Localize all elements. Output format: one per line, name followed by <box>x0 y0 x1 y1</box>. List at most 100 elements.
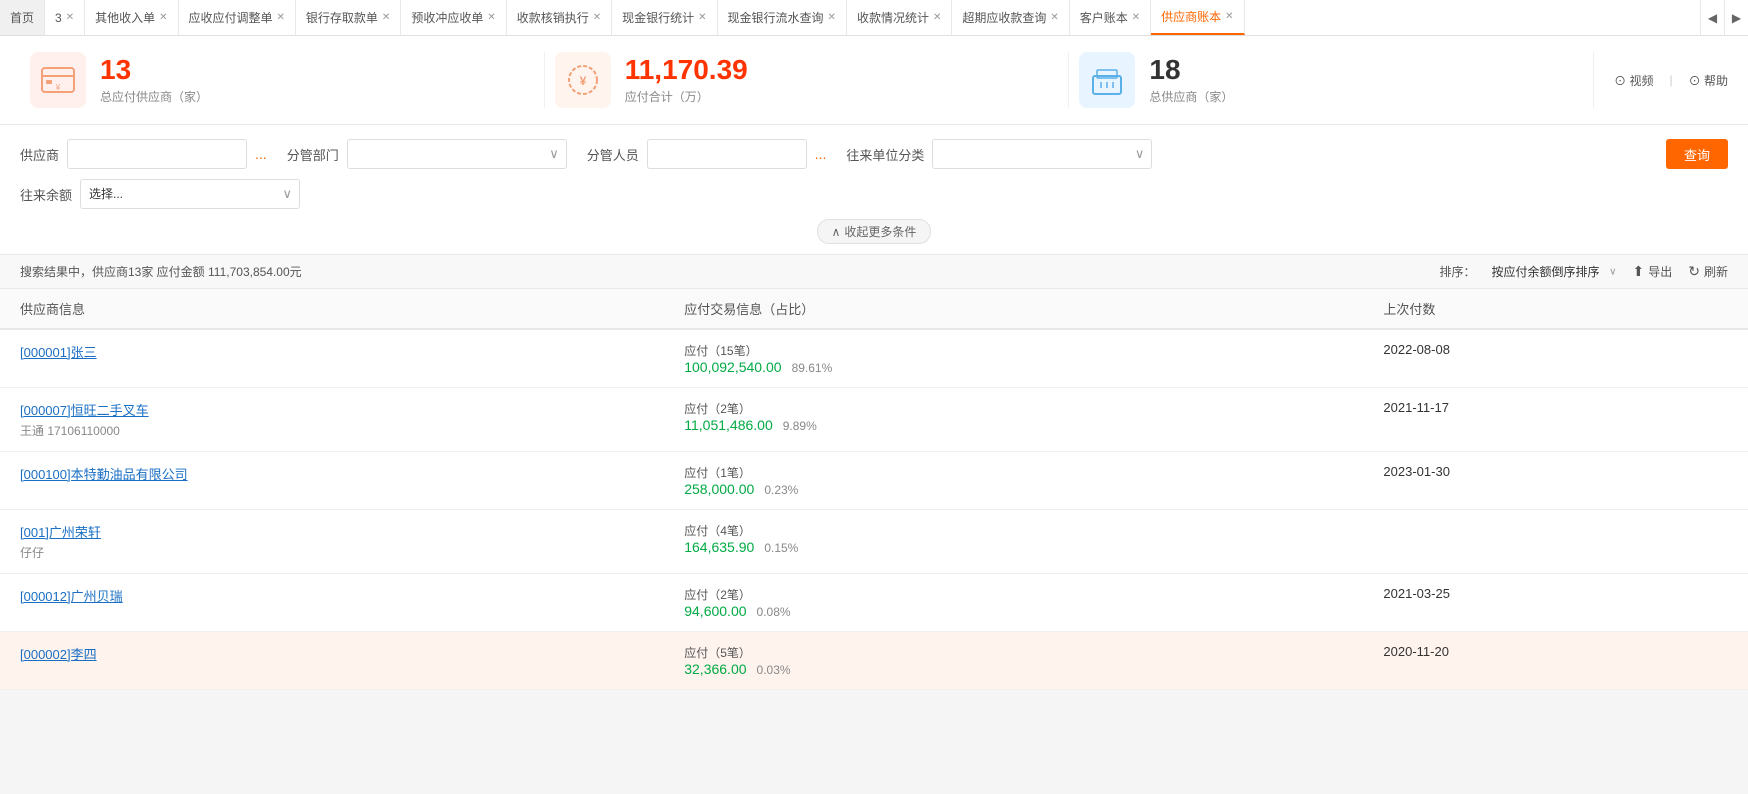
payable-amount-text: 11,170.39 应付合计（万） <box>625 55 748 105</box>
sort-select-wrapper: 按应付余额倒序排序 ∨ <box>1492 265 1617 279</box>
supplier-sub-info: 仔仔 <box>20 544 644 561</box>
table-row: [000002]李四应付（5笔）32,366.000.03%2020-11-20 <box>0 632 1748 690</box>
total-suppliers-number: 18 <box>1149 55 1233 86</box>
svg-text:¥: ¥ <box>579 74 586 88</box>
tx-count: （4笔） <box>708 524 751 538</box>
supplier-link[interactable]: [000001]张三 <box>20 345 97 360</box>
nav-tab-supplier-book[interactable]: 供应商账本 ✕ <box>1151 0 1244 35</box>
nav-tab-home[interactable]: 首页 <box>0 0 45 35</box>
close-icon[interactable]: ✕ <box>828 12 836 23</box>
sort-select[interactable]: 按应付余额倒序排序 <box>1492 265 1617 279</box>
payable-amount-icon: ¥ <box>555 52 611 108</box>
nav-tab-bank-deposit[interactable]: 银行存取款单 ✕ <box>296 0 401 35</box>
tx-count: （2笔） <box>708 588 751 602</box>
refresh-button[interactable]: ↻ 刷新 <box>1688 263 1728 280</box>
nav-tab-ar-ap-adjust[interactable]: 应收应付调整单 ✕ <box>179 0 296 35</box>
nav-tab-receipt-verify[interactable]: 收款核销执行 ✕ <box>507 0 612 35</box>
filter-row-1: 供应商 ... 分管部门 ∨ 分管人员 ... 往来单位分类 <box>20 139 1728 169</box>
nav-prev-button[interactable]: ◀ <box>1700 0 1724 35</box>
balance-label: 往来余额 <box>20 185 72 204</box>
help-link[interactable]: ⊙ 帮助 <box>1689 72 1728 89</box>
table-row: [000007]恒旺二手叉车王通 17106110000应付（2笔）11,051… <box>0 388 1748 452</box>
close-icon[interactable]: ✕ <box>593 12 601 23</box>
close-icon[interactable]: ✕ <box>277 12 285 23</box>
balance-select[interactable]: 选择... <box>80 179 300 209</box>
tx-cell: 应付（4笔）164,635.900.15% <box>664 510 1363 574</box>
person-label: 分管人员 <box>587 145 639 164</box>
collapse-button[interactable]: ∧ 收起更多条件 <box>817 219 932 244</box>
tx-count: （15笔） <box>708 344 757 358</box>
close-icon[interactable]: ✕ <box>159 12 167 23</box>
payable-suppliers-card: ¥ 13 总应付供应商（家） <box>20 52 545 108</box>
nav-tab-3[interactable]: 3 ✕ <box>45 0 85 35</box>
close-icon[interactable]: ✕ <box>1132 12 1140 23</box>
close-icon[interactable]: ✕ <box>487 12 495 23</box>
nav-tab-cash-bank-stat[interactable]: 现金银行统计 ✕ <box>612 0 717 35</box>
nav-tab-receipt-stat[interactable]: 收款情况统计 ✕ <box>847 0 952 35</box>
dept-label: 分管部门 <box>287 145 339 164</box>
export-button[interactable]: ⬆ 导出 <box>1633 263 1673 280</box>
amount-pct: 0.08% <box>757 605 791 619</box>
supplier-table-wrapper: 供应商信息 应付交易信息（占比） 上次付数 [000001]张三应付 （15笔）1… <box>0 289 1748 690</box>
supplier-cell: [000100]本特勤油品有限公司 <box>0 452 664 510</box>
close-icon[interactable]: ✕ <box>382 12 390 23</box>
category-select[interactable] <box>932 139 1152 169</box>
summary-bar: ¥ 13 总应付供应商（家） ¥ 11,170.39 应付合计（万） <box>0 36 1748 125</box>
nav-tab-customer-book[interactable]: 客户账本 ✕ <box>1070 0 1151 35</box>
close-icon[interactable]: ✕ <box>698 12 706 23</box>
amount-pct: 89.61% <box>792 361 833 375</box>
person-input[interactable] <box>647 139 807 169</box>
query-button[interactable]: 查询 <box>1666 139 1728 169</box>
supplier-input[interactable] <box>67 139 247 169</box>
balance-select-wrapper: 选择... ∨ <box>80 179 300 209</box>
dept-select[interactable] <box>347 139 567 169</box>
tx-label: 应付 <box>684 588 708 602</box>
amount-value: 100,092,540.00 <box>684 359 781 375</box>
video-link[interactable]: ⊙ 视频 <box>1614 72 1653 89</box>
close-icon[interactable]: ✕ <box>1050 12 1058 23</box>
supplier-link[interactable]: [000002]李四 <box>20 647 97 662</box>
tx-label: 应付 <box>684 466 708 480</box>
amount-pct: 9.89% <box>783 419 817 433</box>
nav-next-button[interactable]: ▶ <box>1724 0 1748 35</box>
tx-cell: 应付（5笔）32,366.000.03% <box>664 632 1363 690</box>
supplier-filter: 供应商 ... <box>20 139 267 169</box>
person-dots-button[interactable]: ... <box>815 146 827 162</box>
summary-actions: ⊙ 视频 | ⊙ 帮助 <box>1594 72 1728 89</box>
supplier-link[interactable]: [000007]恒旺二手叉车 <box>20 403 149 418</box>
person-filter: 分管人员 ... <box>587 139 827 169</box>
supplier-cell: [000001]张三 <box>0 329 664 388</box>
tx-count: （5笔） <box>708 646 751 660</box>
nav-tab-prepay-ar[interactable]: 预收冲应收单 ✕ <box>401 0 506 35</box>
nav-tab-cash-bank-flow[interactable]: 现金银行流水查询 ✕ <box>718 0 847 35</box>
tx-label: 应付 <box>684 402 708 416</box>
svg-text:¥: ¥ <box>55 83 61 92</box>
close-icon[interactable]: ✕ <box>66 12 74 23</box>
supplier-dots-button[interactable]: ... <box>255 146 267 162</box>
dept-select-wrapper: ∨ <box>347 139 567 169</box>
amount-pct: 0.23% <box>764 483 798 497</box>
supplier-cell: [000012]广州贝瑞 <box>0 574 664 632</box>
total-suppliers-icon <box>1079 52 1135 108</box>
tx-cell: 应付（15笔）100,092,540.0089.61% <box>664 329 1363 388</box>
circle-play-icon: ⊙ <box>1614 74 1626 88</box>
refresh-icon: ↻ <box>1688 263 1700 280</box>
total-suppliers-card: 18 总供应商（家） <box>1069 52 1594 108</box>
close-icon[interactable]: ✕ <box>1225 11 1233 22</box>
supplier-link[interactable]: [000100]本特勤油品有限公司 <box>20 467 188 482</box>
amount-value: 32,366.00 <box>684 661 746 677</box>
nav-tab-overdue-ar[interactable]: 超期应收款查询 ✕ <box>952 0 1069 35</box>
payable-suppliers-number: 13 <box>100 55 208 86</box>
category-select-wrapper: ∨ <box>932 139 1152 169</box>
supplier-link[interactable]: [000012]广州贝瑞 <box>20 589 123 604</box>
supplier-cell: [000002]李四 <box>0 632 664 690</box>
table-row: [000012]广州贝瑞应付（2笔）94,600.000.08%2021-03-… <box>0 574 1748 632</box>
close-icon[interactable]: ✕ <box>933 12 941 23</box>
nav-tab-other-income[interactable]: 其他收入单 ✕ <box>85 0 178 35</box>
last-payment-cell: 2023-01-30 <box>1363 452 1748 510</box>
tx-cell: 应付（2笔）94,600.000.08% <box>664 574 1363 632</box>
supplier-link[interactable]: [001]广州荣轩 <box>20 525 101 540</box>
amount-value: 258,000.00 <box>684 481 754 497</box>
table-header-row: 供应商信息 应付交易信息（占比） 上次付数 <box>0 289 1748 329</box>
th-supplier-info: 供应商信息 <box>0 289 664 329</box>
